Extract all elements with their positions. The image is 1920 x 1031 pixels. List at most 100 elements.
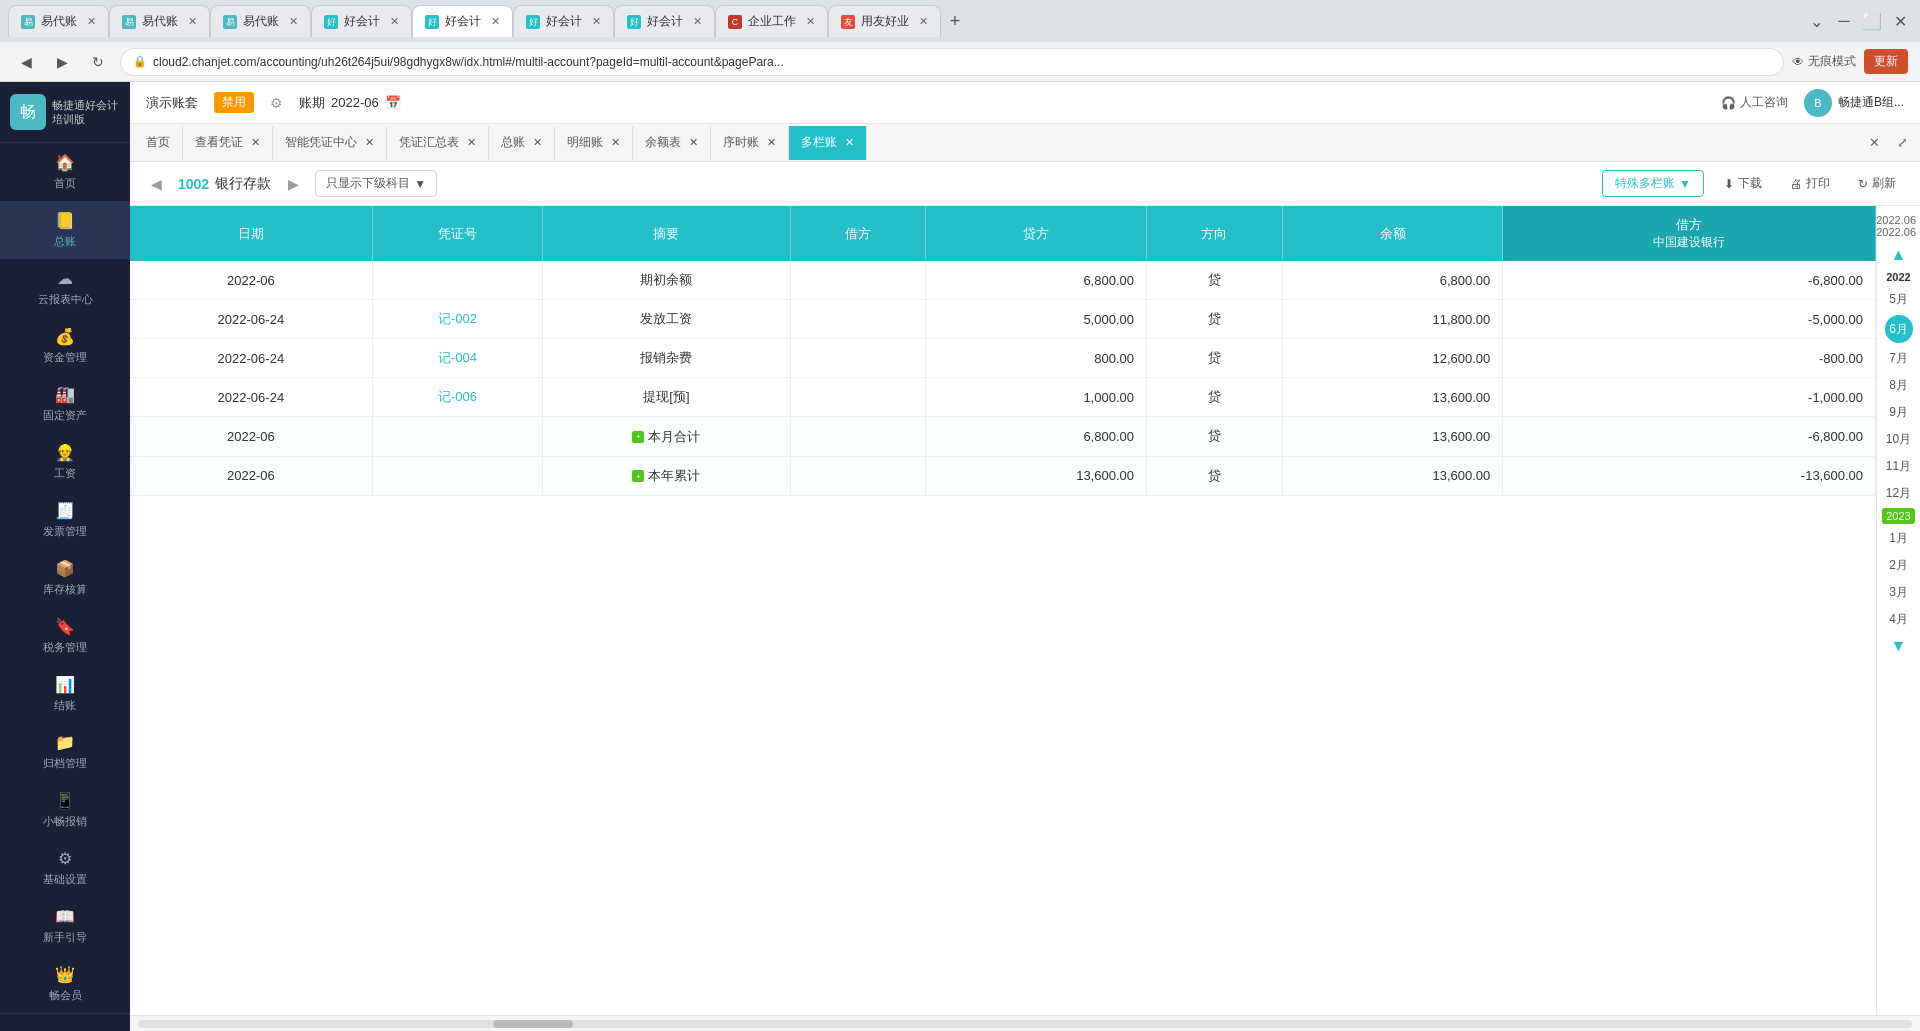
tab-close-voucher-summary[interactable]: ✕ — [467, 136, 476, 149]
browser-tab-5[interactable]: 好 好会计 ✕ — [412, 5, 513, 37]
close-window-button[interactable]: ✕ — [1888, 9, 1912, 33]
close-panel-button[interactable]: ✕ — [1860, 129, 1888, 157]
tab-multi-column[interactable]: 多栏账 ✕ — [789, 126, 867, 160]
prev-subject-button[interactable]: ◀ — [146, 174, 166, 194]
tab-close-8[interactable]: ✕ — [806, 15, 815, 28]
tab-close-9[interactable]: ✕ — [919, 15, 928, 28]
tab-list-button[interactable]: ⌄ — [1804, 9, 1828, 33]
tab-balance-table[interactable]: 余额表 ✕ — [633, 126, 711, 160]
cell-debit — [790, 456, 926, 496]
sidebar-item-archive[interactable]: 📁 归档管理 — [0, 723, 130, 781]
tab-close-1[interactable]: ✕ — [87, 15, 96, 28]
sidebar-item-ledger[interactable]: 📒 总账 — [0, 201, 130, 259]
special-multi-column-button[interactable]: 特殊多栏账 ▼ — [1602, 170, 1704, 197]
month-item-8[interactable]: 8月 — [1881, 373, 1917, 398]
minimize-button[interactable]: ─ — [1832, 9, 1856, 33]
browser-tab-9[interactable]: 友 用友好业 ✕ — [828, 5, 941, 37]
unpin-button[interactable]: ◀ 取消固定 — [0, 1022, 130, 1031]
month-item-7[interactable]: 7月 — [1881, 346, 1917, 371]
tab-detail-ledger[interactable]: 明细账 ✕ — [555, 126, 633, 160]
month-item-10[interactable]: 10月 — [1881, 427, 1917, 452]
month-item-6[interactable]: 6月 — [1885, 315, 1913, 343]
restore-button[interactable]: ⬜ — [1860, 9, 1884, 33]
reload-button[interactable]: ↻ — [84, 48, 112, 76]
forward-button[interactable]: ▶ — [48, 48, 76, 76]
expand-panel-button[interactable]: ⤢ — [1888, 129, 1916, 157]
user-profile[interactable]: B 畅捷通B组... — [1804, 89, 1904, 117]
month-item-3-2023[interactable]: 3月 — [1881, 580, 1917, 605]
dropdown-arrow-icon: ▼ — [1679, 177, 1691, 191]
month-item-4-2023[interactable]: 4月 — [1881, 607, 1917, 632]
tab-close-3[interactable]: ✕ — [289, 15, 298, 28]
sidebar-item-expense[interactable]: 📱 小畅报销 — [0, 781, 130, 839]
sidebar-item-home[interactable]: 🏠 首页 — [0, 143, 130, 201]
tab-home[interactable]: 首页 — [134, 126, 183, 160]
month-item-11[interactable]: 11月 — [1881, 454, 1917, 479]
tab-close-6[interactable]: ✕ — [592, 15, 601, 28]
period-calendar-icon[interactable]: 📅 — [385, 95, 401, 110]
subject-filter-dropdown[interactable]: 只显示下级科目 ▼ — [315, 170, 437, 197]
tab-view-voucher[interactable]: 查看凭证 ✕ — [183, 126, 273, 160]
tab-close-2[interactable]: ✕ — [188, 15, 197, 28]
tab-close-detail-ledger[interactable]: ✕ — [611, 136, 620, 149]
new-tab-button[interactable]: + — [941, 7, 969, 35]
cell-voucher-link[interactable]: 记-006 — [372, 378, 542, 417]
sidebar-item-member[interactable]: 👑 畅会员 — [0, 955, 130, 1013]
tab-close-smart-voucher[interactable]: ✕ — [365, 136, 374, 149]
year-2023-badge[interactable]: 2023 — [1882, 508, 1914, 524]
sidebar-item-invoice[interactable]: 🧾 发票管理 — [0, 491, 130, 549]
browser-tab-6[interactable]: 好 好会计 ✕ — [513, 5, 614, 37]
settings-gear-icon[interactable]: ⚙ — [270, 95, 283, 111]
table-scroll-container[interactable]: 日期 凭证号 摘要 借方 贷方 方向 余额 借方 中国建设银行 — [130, 206, 1876, 1015]
month-item-2-2023[interactable]: 2月 — [1881, 553, 1917, 578]
month-item-1-2023[interactable]: 1月 — [1881, 526, 1917, 551]
sidebar-item-fund[interactable]: 💰 资金管理 — [0, 317, 130, 375]
update-button[interactable]: 更新 — [1864, 49, 1908, 74]
cell-voucher — [372, 456, 542, 496]
sidebar-item-inventory[interactable]: 📦 库存核算 — [0, 549, 130, 607]
demo-label: 演示账套 — [146, 94, 198, 112]
tab-chronological[interactable]: 序时账 ✕ — [711, 126, 789, 160]
tab-close-7[interactable]: ✕ — [693, 15, 702, 28]
tab-smart-voucher[interactable]: 智能凭证中心 ✕ — [273, 126, 387, 160]
sidebar-item-tax[interactable]: 🔖 税务管理 — [0, 607, 130, 665]
month-item-5[interactable]: 5月 — [1881, 287, 1917, 312]
tab-close-multi-column[interactable]: ✕ — [845, 136, 854, 149]
sidebar-item-fixed-assets[interactable]: 🏭 固定资产 — [0, 375, 130, 433]
month-item-12[interactable]: 12月 — [1881, 481, 1917, 506]
tab-general-ledger[interactable]: 总账 ✕ — [489, 126, 555, 160]
back-button[interactable]: ◀ — [12, 48, 40, 76]
browser-tab-8[interactable]: C 企业工作 ✕ — [715, 5, 828, 37]
incognito-mode-button[interactable]: 👁 无痕模式 — [1792, 53, 1856, 70]
next-subject-button[interactable]: ▶ — [283, 174, 303, 194]
tab-voucher-summary[interactable]: 凭证汇总表 ✕ — [387, 126, 489, 160]
sidebar-item-guide[interactable]: 📖 新手引导 — [0, 897, 130, 955]
browser-tab-7[interactable]: 好 好会计 ✕ — [614, 5, 715, 37]
sidebar-item-payroll[interactable]: 👷 工资 — [0, 433, 130, 491]
browser-tab-1[interactable]: 易 易代账 ✕ — [8, 5, 109, 37]
tab-close-chronological[interactable]: ✕ — [767, 136, 776, 149]
sidebar-item-cloud-report[interactable]: ☁ 云报表中心 — [0, 259, 130, 317]
month-item-9[interactable]: 9月 — [1881, 400, 1917, 425]
scroll-up-button[interactable]: ▲ — [1887, 242, 1911, 268]
sidebar-item-settings[interactable]: ⚙ 基础设置 — [0, 839, 130, 897]
tab-close-5[interactable]: ✕ — [491, 15, 500, 28]
tab-close-balance-table[interactable]: ✕ — [689, 136, 698, 149]
horizontal-scrollbar[interactable] — [130, 1015, 1920, 1031]
sidebar-item-close-account[interactable]: 📊 结账 — [0, 665, 130, 723]
browser-tab-4[interactable]: 好 好会计 ✕ — [311, 5, 412, 37]
tab-close-general-ledger[interactable]: ✕ — [533, 136, 542, 149]
refresh-button[interactable]: ↻ 刷新 — [1850, 171, 1904, 196]
tab-close-view-voucher[interactable]: ✕ — [251, 136, 260, 149]
browser-tab-3[interactable]: 易 易代账 ✕ — [210, 5, 311, 37]
scroll-thumb[interactable] — [493, 1020, 573, 1028]
scroll-down-button[interactable]: ▼ — [1887, 633, 1911, 659]
cell-voucher-link[interactable]: 记-004 — [372, 339, 542, 378]
browser-tab-2[interactable]: 易 易代账 ✕ — [109, 5, 210, 37]
consult-button[interactable]: 🎧 人工咨询 — [1721, 94, 1788, 111]
address-bar[interactable]: 🔒 cloud2.chanjet.com/accounting/uh26t264… — [120, 48, 1784, 76]
cell-voucher-link[interactable]: 记-002 — [372, 300, 542, 339]
download-button[interactable]: ⬇ 下载 — [1716, 171, 1770, 196]
tab-close-4[interactable]: ✕ — [390, 15, 399, 28]
print-button[interactable]: 🖨 打印 — [1782, 171, 1838, 196]
